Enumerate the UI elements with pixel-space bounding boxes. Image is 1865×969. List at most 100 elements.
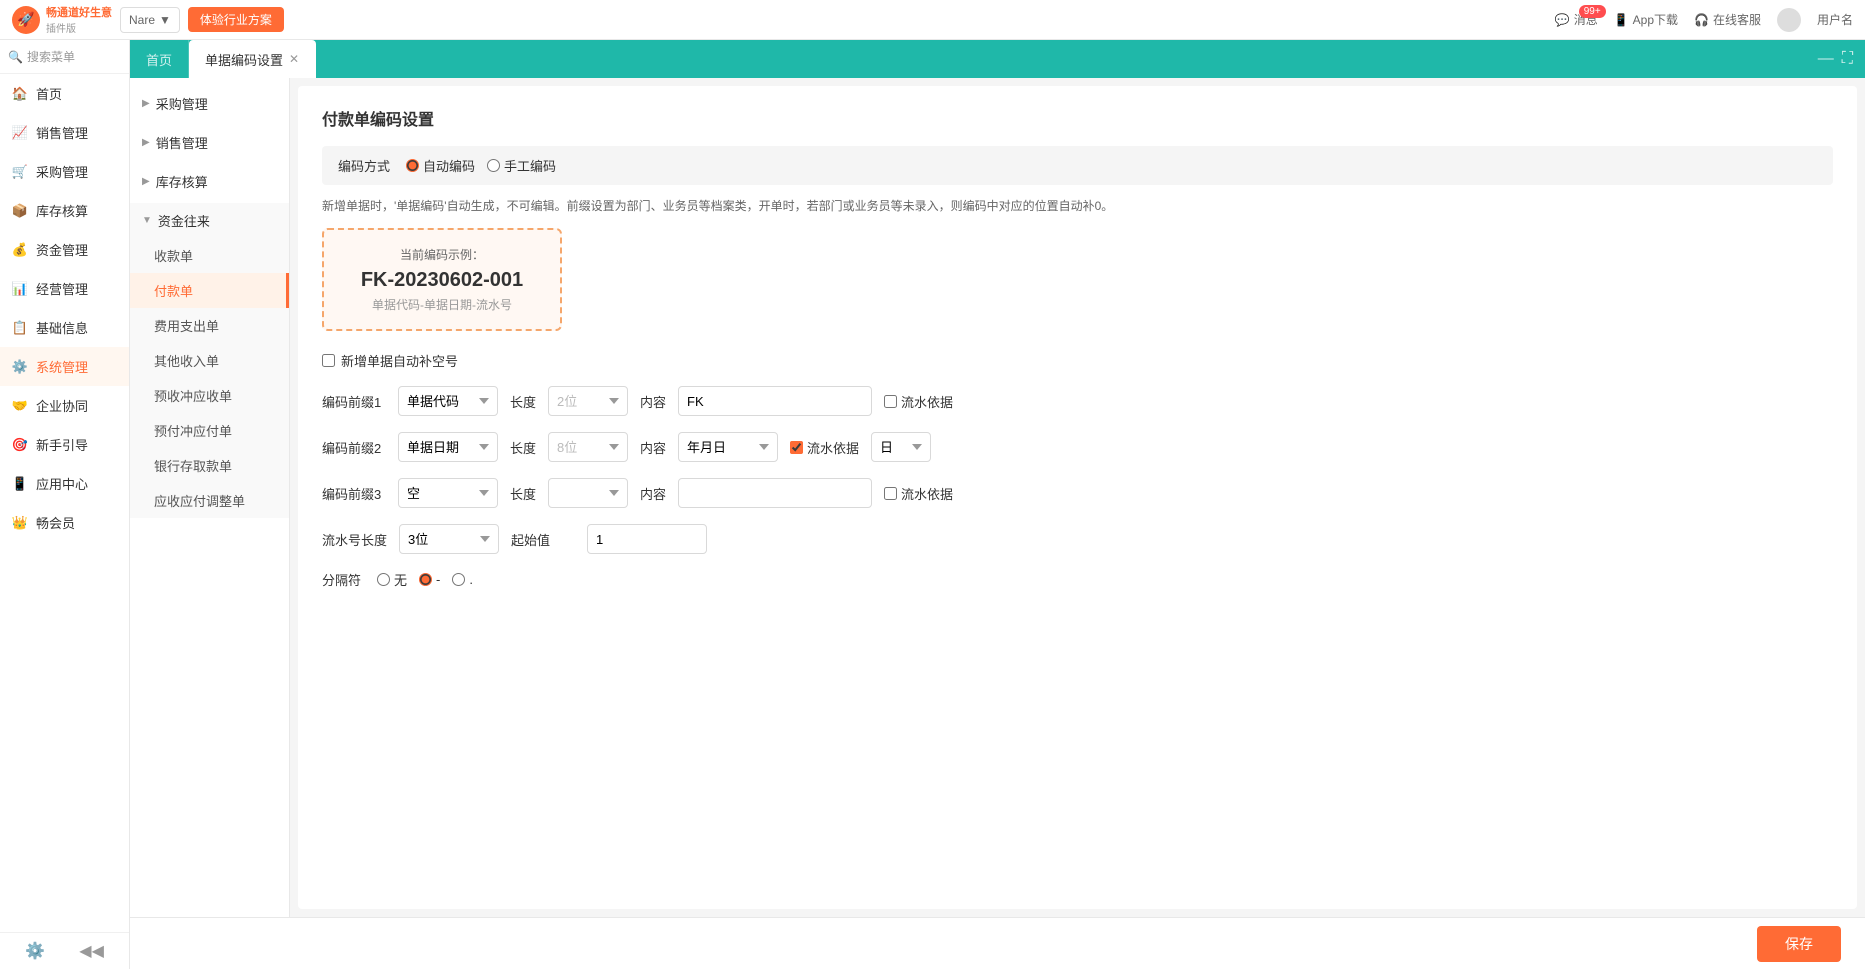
basic-icon: 📋 xyxy=(12,320,28,336)
sep-dot[interactable]: . xyxy=(452,572,473,587)
serial-length-select[interactable]: 3位 xyxy=(399,524,499,554)
settings-bottom-icon[interactable]: ⚙️ xyxy=(25,941,45,961)
operation-icon: 📊 xyxy=(12,281,28,297)
tab-minimize-icon[interactable]: — xyxy=(1818,50,1834,68)
manual-encode-option[interactable]: 手工编码 xyxy=(487,156,556,175)
serial2-checkbox[interactable] xyxy=(790,441,803,454)
day-select[interactable]: 日 xyxy=(871,432,931,462)
content3-input[interactable] xyxy=(678,478,872,508)
sidebar-item-basic-label: 基础信息 xyxy=(36,318,88,337)
auto-fill-checkbox[interactable] xyxy=(322,354,335,367)
purchase-icon: 🛒 xyxy=(12,164,28,180)
tab-maximize-icon[interactable]: ⛶ xyxy=(1842,50,1853,68)
serial-length-row: 流水号长度 3位 起始值 xyxy=(322,524,1833,554)
sep-none-label: 无 xyxy=(394,570,407,589)
tab-bar: 首页 单据编码设置 ✕ — ⛶ xyxy=(130,40,1865,78)
sidebar-item-purchase[interactable]: 🛒 采购管理 xyxy=(0,152,129,191)
app-icon: 📱 xyxy=(1614,13,1629,27)
sidebar-item-apps[interactable]: 📱 应用中心 xyxy=(0,464,129,503)
experience-button[interactable]: 体验行业方案 xyxy=(188,7,284,32)
app-download-item[interactable]: 📱 App下载 xyxy=(1614,11,1678,28)
sidebar-item-guide[interactable]: 🎯 新手引导 xyxy=(0,425,129,464)
top-bar: 🚀 畅通道好生意 插件版 Nare ▼ 体验行业方案 💬 消息 99+ 📱 Ap… xyxy=(0,0,1865,40)
tab-encode-setting[interactable]: 单据编码设置 ✕ xyxy=(189,40,316,78)
save-button[interactable]: 保存 xyxy=(1757,926,1841,962)
serial3-check[interactable]: 流水依据 xyxy=(884,484,953,503)
length2-select[interactable]: 8位 xyxy=(548,432,628,462)
company-name: Nare xyxy=(129,13,155,27)
prefix3-select[interactable]: 空 xyxy=(398,478,498,508)
group-purchase: ▶ 采购管理 xyxy=(130,86,289,121)
sidebar-search[interactable]: 🔍 搜索菜单 xyxy=(0,40,129,74)
tab-home[interactable]: 首页 xyxy=(130,40,189,78)
sidebar-item-sales[interactable]: 📈 销售管理 xyxy=(0,113,129,152)
sidebar-item-member[interactable]: 👑 畅会员 xyxy=(0,503,129,542)
preview-label: 当前编码示例： xyxy=(348,246,536,263)
sidebar-item-member-label: 畅会员 xyxy=(36,513,75,532)
prefix2-row: 编码前缀2 单据日期 长度 8位 内容 年月日 流水依据 xyxy=(322,432,1833,462)
nav-prepay-recv[interactable]: 预收冲应收单 xyxy=(130,378,289,413)
group-finance-title[interactable]: ▼ 资金往来 xyxy=(130,203,289,238)
dropdown-icon: ▼ xyxy=(159,13,171,27)
serial3-checkbox[interactable] xyxy=(884,487,897,500)
prefix1-select[interactable]: 单据代码 xyxy=(398,386,498,416)
serial1-check[interactable]: 流水依据 xyxy=(884,392,953,411)
length3-select[interactable] xyxy=(548,478,628,508)
content-wrapper: ▶ 采购管理 ▶ 销售管理 ▶ 库存核算 xyxy=(130,78,1865,917)
auto-encode-radio[interactable] xyxy=(406,159,419,172)
start-value-input[interactable] xyxy=(587,524,707,554)
nav-payment[interactable]: 付款单 xyxy=(130,273,289,308)
sidebar-item-finance[interactable]: 💰 资金管理 xyxy=(0,230,129,269)
sidebar-item-home[interactable]: 🏠 首页 xyxy=(0,74,129,113)
serial2-check[interactable]: 流水依据 xyxy=(790,438,859,457)
sep-none-radio[interactable] xyxy=(377,573,390,586)
sidebar-item-system[interactable]: ⚙️ 系统管理 xyxy=(0,347,129,386)
nav-bank[interactable]: 银行存取款单 xyxy=(130,448,289,483)
sep-dot-radio[interactable] xyxy=(452,573,465,586)
company-selector[interactable]: Nare ▼ xyxy=(120,7,180,33)
sidebar: 🔍 搜索菜单 🏠 首页 📈 销售管理 🛒 采购管理 📦 库存核算 💰 资金管理 … xyxy=(0,40,130,969)
manual-encode-radio[interactable] xyxy=(487,159,500,172)
brand-icon: 🚀 xyxy=(12,6,40,34)
sidebar-item-inventory-label: 库存核算 xyxy=(36,201,88,220)
nav-income[interactable]: 其他收入单 xyxy=(130,343,289,378)
sales-icon: 📈 xyxy=(12,125,28,141)
length1-select[interactable]: 2位 xyxy=(548,386,628,416)
sidebar-item-inventory[interactable]: 📦 库存核算 xyxy=(0,191,129,230)
sidebar-item-enterprise[interactable]: 🤝 企业协同 xyxy=(0,386,129,425)
page-title: 付款单编码设置 xyxy=(322,106,1833,130)
sep-dash-label: - xyxy=(436,572,440,587)
enterprise-icon: 🤝 xyxy=(12,398,28,414)
group-inventory-title[interactable]: ▶ 库存核算 xyxy=(130,164,289,199)
apps-icon: 📱 xyxy=(12,476,28,492)
sidebar-item-basic[interactable]: 📋 基础信息 xyxy=(0,308,129,347)
finance-icon: 💰 xyxy=(12,242,28,258)
sep-dash[interactable]: - xyxy=(419,572,440,587)
sep-none[interactable]: 无 xyxy=(377,570,407,589)
nav-prepay-pay[interactable]: 预付冲应付单 xyxy=(130,413,289,448)
online-service-item[interactable]: 🎧 在线客服 xyxy=(1694,11,1761,28)
group-purchase-title[interactable]: ▶ 采购管理 xyxy=(130,86,289,121)
group-sales-title[interactable]: ▶ 销售管理 xyxy=(130,125,289,160)
sidebar-item-operation-label: 经营管理 xyxy=(36,279,88,298)
message-item[interactable]: 💬 消息 99+ xyxy=(1555,11,1598,28)
tab-close-icon[interactable]: ✕ xyxy=(289,52,299,66)
nav-ar-ap[interactable]: 应收应付调整单 xyxy=(130,483,289,518)
nav-expense[interactable]: 费用支出单 xyxy=(130,308,289,343)
service-icon: 🎧 xyxy=(1694,13,1709,27)
nav-receipt[interactable]: 收款单 xyxy=(130,238,289,273)
separator-row: 分隔符 无 - . xyxy=(322,570,1833,589)
user-avatar[interactable] xyxy=(1777,8,1801,32)
auto-encode-option[interactable]: 自动编码 xyxy=(406,156,475,175)
prefix2-select[interactable]: 单据日期 xyxy=(398,432,498,462)
main-content: 付款单编码设置 编码方式 自动编码 手工编码 xyxy=(298,86,1857,909)
content2-select[interactable]: 年月日 xyxy=(678,432,778,462)
prefix1-row: 编码前缀1 单据代码 长度 2位 内容 流水依据 xyxy=(322,386,1833,416)
content1-input[interactable] xyxy=(678,386,872,416)
serial1-checkbox[interactable] xyxy=(884,395,897,408)
sidebar-item-guide-label: 新手引导 xyxy=(36,435,88,454)
sep-dash-radio[interactable] xyxy=(419,573,432,586)
tab-bar-actions: — ⛶ xyxy=(1818,50,1865,68)
collapse-icon[interactable]: ◀◀ xyxy=(79,941,104,961)
sidebar-item-operation[interactable]: 📊 经营管理 xyxy=(0,269,129,308)
